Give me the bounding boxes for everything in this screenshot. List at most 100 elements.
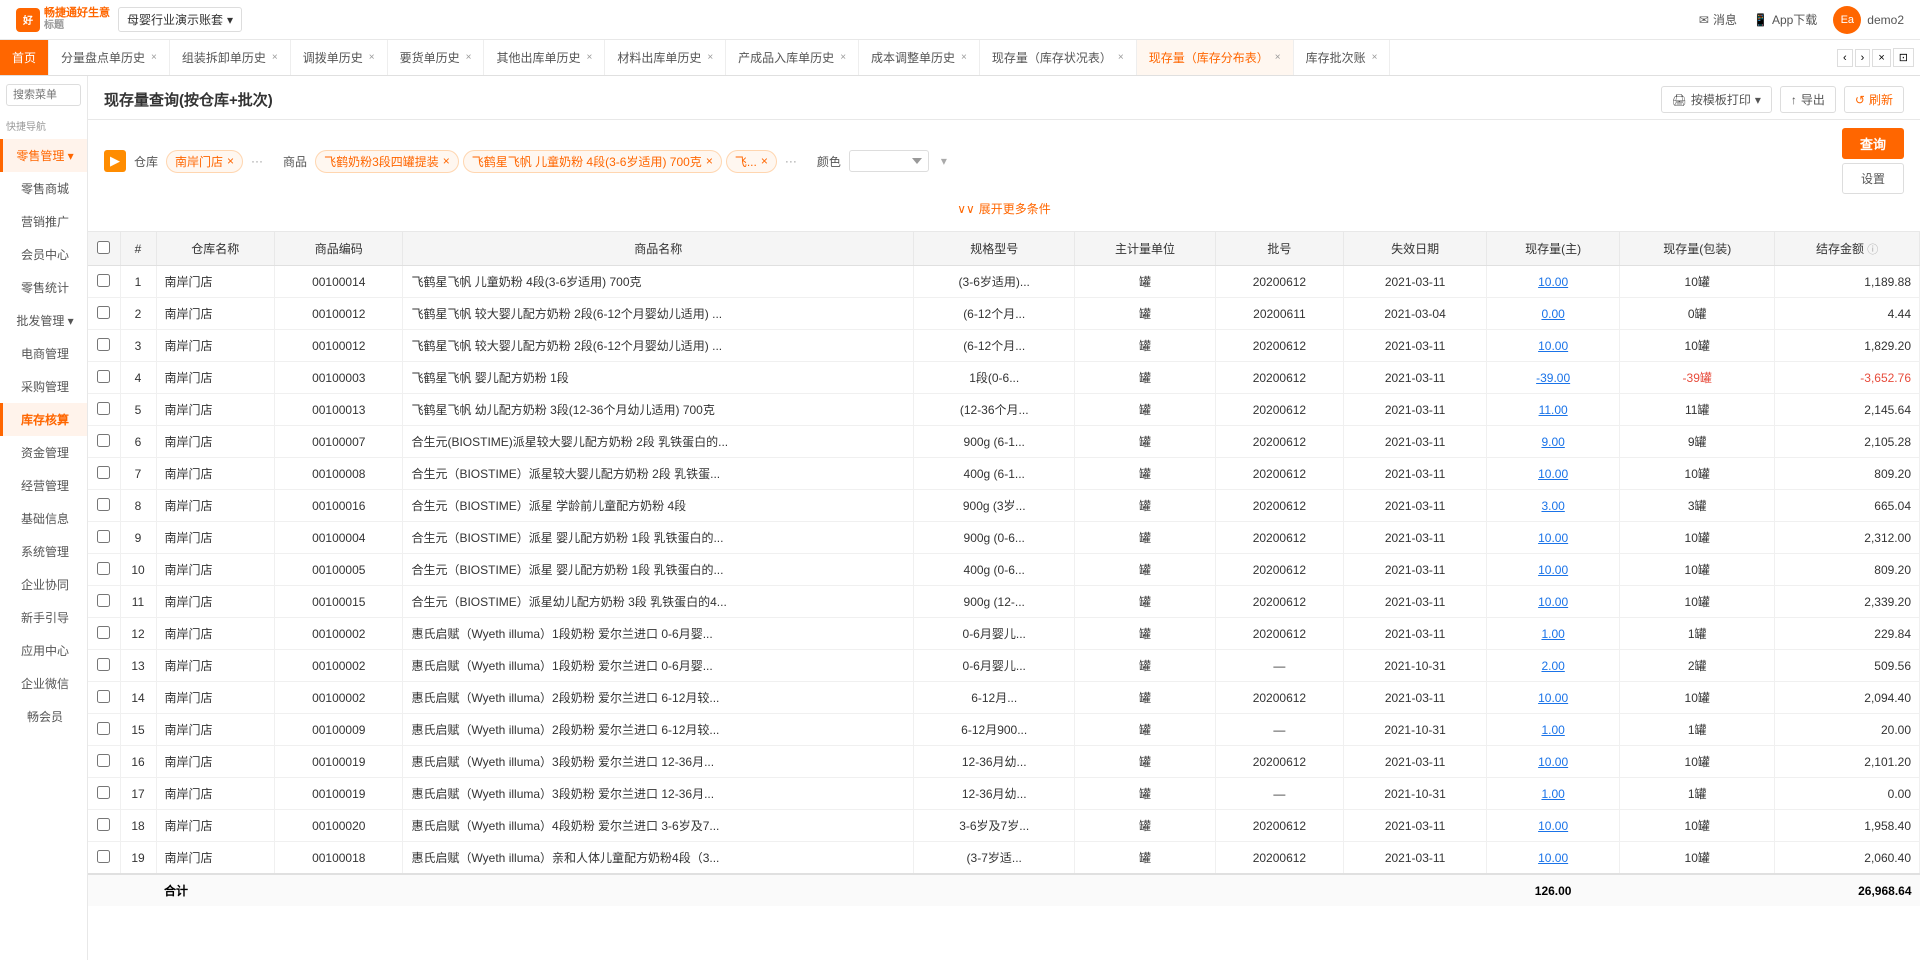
sidebar-item-operations[interactable]: 经营管理	[0, 469, 87, 502]
tab-adjust[interactable]: 调拨单历史 ×	[291, 40, 388, 76]
close-inventory-dist[interactable]: ×	[1275, 52, 1281, 63]
stock-main-link[interactable]: 10.00	[1538, 691, 1568, 705]
stock-main-link[interactable]: 10.00	[1538, 563, 1568, 577]
row-select[interactable]	[97, 850, 110, 863]
tab-cost-adjust[interactable]: 成本调整单历史 ×	[859, 40, 980, 76]
row-select[interactable]	[97, 562, 110, 575]
sidebar-item-membership[interactable]: 畅会员	[0, 700, 87, 733]
stock-main-link[interactable]: 2.00	[1541, 659, 1564, 673]
app-download-btn[interactable]: 📱 App下载	[1753, 11, 1817, 28]
tab-material-out[interactable]: 材料出库单历史 ×	[605, 40, 726, 76]
tab-inventory-dist[interactable]: 现存量（库存分布表） ×	[1137, 40, 1294, 76]
tab-product-in[interactable]: 产成品入库单历史 ×	[726, 40, 859, 76]
sidebar-item-retail-shop[interactable]: 零售商城	[0, 172, 87, 205]
message-btn[interactable]: ✉ 消息	[1699, 11, 1737, 28]
row-select[interactable]	[97, 370, 110, 383]
row-select[interactable]	[97, 306, 110, 319]
stock-main-link[interactable]: 10.00	[1538, 755, 1568, 769]
tab-home[interactable]: 首页	[0, 40, 49, 76]
close-material-out[interactable]: ×	[707, 52, 713, 63]
stock-main-link[interactable]: 10.00	[1538, 819, 1568, 833]
sidebar-item-app-center[interactable]: 应用中心	[0, 634, 87, 667]
sidebar-item-marketing[interactable]: 营销推广	[0, 205, 87, 238]
sidebar-item-inventory[interactable]: 库存核算	[0, 403, 87, 436]
expand-more-btn[interactable]: ∨∨ 展开更多条件	[104, 194, 1904, 223]
workspace-selector[interactable]: 母婴行业演示账套 ▾	[118, 7, 242, 32]
tab-batch-charge[interactable]: 库存批次账 ×	[1294, 40, 1391, 76]
close-inventory-status[interactable]: ×	[1118, 52, 1124, 63]
sidebar-item-basic-info[interactable]: 基础信息	[0, 502, 87, 535]
color-select[interactable]	[849, 150, 929, 172]
remove-product-tag-2[interactable]: ×	[706, 154, 713, 168]
row-select[interactable]	[97, 786, 110, 799]
row-select[interactable]	[97, 658, 110, 671]
sidebar-item-member[interactable]: 会员中心	[0, 238, 87, 271]
close-requisition[interactable]: ×	[466, 52, 472, 63]
stock-main-link[interactable]: 1.00	[1541, 627, 1564, 641]
sidebar-item-finance[interactable]: 资金管理	[0, 436, 87, 469]
user-area[interactable]: Ea demo2	[1833, 6, 1904, 34]
row-select[interactable]	[97, 434, 110, 447]
stock-main-link[interactable]: 11.00	[1539, 403, 1568, 417]
sidebar-item-ecommerce[interactable]: 电商管理	[0, 337, 87, 370]
tab-menu[interactable]: ⊡	[1893, 48, 1914, 67]
row-select[interactable]	[97, 626, 110, 639]
row-select[interactable]	[97, 818, 110, 831]
close-cost-adjust[interactable]: ×	[961, 52, 967, 63]
sidebar-item-retail-stats[interactable]: 零售统计	[0, 271, 87, 304]
search-input[interactable]	[6, 84, 81, 106]
close-batch-charge[interactable]: ×	[1372, 52, 1378, 63]
query-button[interactable]: 查询	[1842, 128, 1904, 159]
row-select[interactable]	[97, 690, 110, 703]
tab-requisition[interactable]: 要货单历史 ×	[388, 40, 485, 76]
row-select[interactable]	[97, 466, 110, 479]
refresh-button[interactable]: ↺ 刷新	[1844, 86, 1904, 113]
tab-split-inventory[interactable]: 分量盘点单历史 ×	[49, 40, 170, 76]
sidebar-item-enterprise[interactable]: 企业协同	[0, 568, 87, 601]
stock-main-link[interactable]: 10.00	[1538, 275, 1568, 289]
row-select[interactable]	[97, 722, 110, 735]
tab-close-all[interactable]: ×	[1872, 49, 1890, 67]
row-select[interactable]	[97, 402, 110, 415]
sidebar-item-new-guide[interactable]: 新手引导	[0, 601, 87, 634]
export-button[interactable]: ↑ 导出	[1780, 86, 1836, 113]
stock-main-link[interactable]: 0.00	[1541, 307, 1564, 321]
stock-main-link[interactable]: 1.00	[1541, 787, 1564, 801]
close-product-in[interactable]: ×	[840, 52, 846, 63]
color-dropdown-arrow[interactable]: ▾	[941, 154, 947, 168]
close-adjust[interactable]: ×	[369, 52, 375, 63]
row-select[interactable]	[97, 498, 110, 511]
select-all-checkbox[interactable]	[97, 241, 110, 254]
stock-main-link[interactable]: 3.00	[1541, 499, 1564, 513]
sidebar-item-sys-mgmt[interactable]: 系统管理	[0, 535, 87, 568]
stock-main-link[interactable]: 10.00	[1538, 531, 1568, 545]
tab-prev[interactable]: ‹	[1837, 49, 1853, 67]
settings-button[interactable]: 设置	[1842, 163, 1904, 194]
tab-inventory-status[interactable]: 现存量（库存状况表） ×	[980, 40, 1137, 76]
row-select[interactable]	[97, 274, 110, 287]
stock-main-link[interactable]: -39.00	[1536, 371, 1570, 385]
close-other-out[interactable]: ×	[586, 52, 592, 63]
warehouse-more[interactable]: ···	[251, 154, 263, 168]
filter-expand-btn[interactable]: ▶	[104, 150, 126, 172]
remove-warehouse-tag[interactable]: ×	[227, 154, 234, 168]
remove-product-tag-3[interactable]: ×	[761, 154, 768, 168]
sidebar-item-wholesale[interactable]: 批发管理 ▾	[0, 304, 87, 337]
stock-main-link[interactable]: 10.00	[1538, 467, 1568, 481]
product-more[interactable]: ···	[785, 154, 797, 168]
tab-next[interactable]: ›	[1855, 49, 1871, 67]
balance-info-icon[interactable]: ⓘ	[1867, 244, 1878, 256]
row-select[interactable]	[97, 530, 110, 543]
stock-main-link[interactable]: 1.00	[1541, 723, 1564, 737]
sidebar-item-retail-mgmt[interactable]: 零售管理 ▾	[0, 139, 87, 172]
sidebar-item-purchase[interactable]: 采购管理	[0, 370, 87, 403]
tab-other-out[interactable]: 其他出库单历史 ×	[484, 40, 605, 76]
stock-main-link[interactable]: 10.00	[1538, 595, 1568, 609]
tab-disassemble[interactable]: 组装拆卸单历史 ×	[170, 40, 291, 76]
template-print-button[interactable]: 🖨 按模板打印 ▾	[1661, 86, 1772, 113]
row-select[interactable]	[97, 594, 110, 607]
remove-product-tag-1[interactable]: ×	[443, 154, 450, 168]
stock-main-link[interactable]: 10.00	[1538, 851, 1568, 865]
sidebar-item-enterprise-wechat[interactable]: 企业微信	[0, 667, 87, 700]
close-disassemble[interactable]: ×	[272, 52, 278, 63]
